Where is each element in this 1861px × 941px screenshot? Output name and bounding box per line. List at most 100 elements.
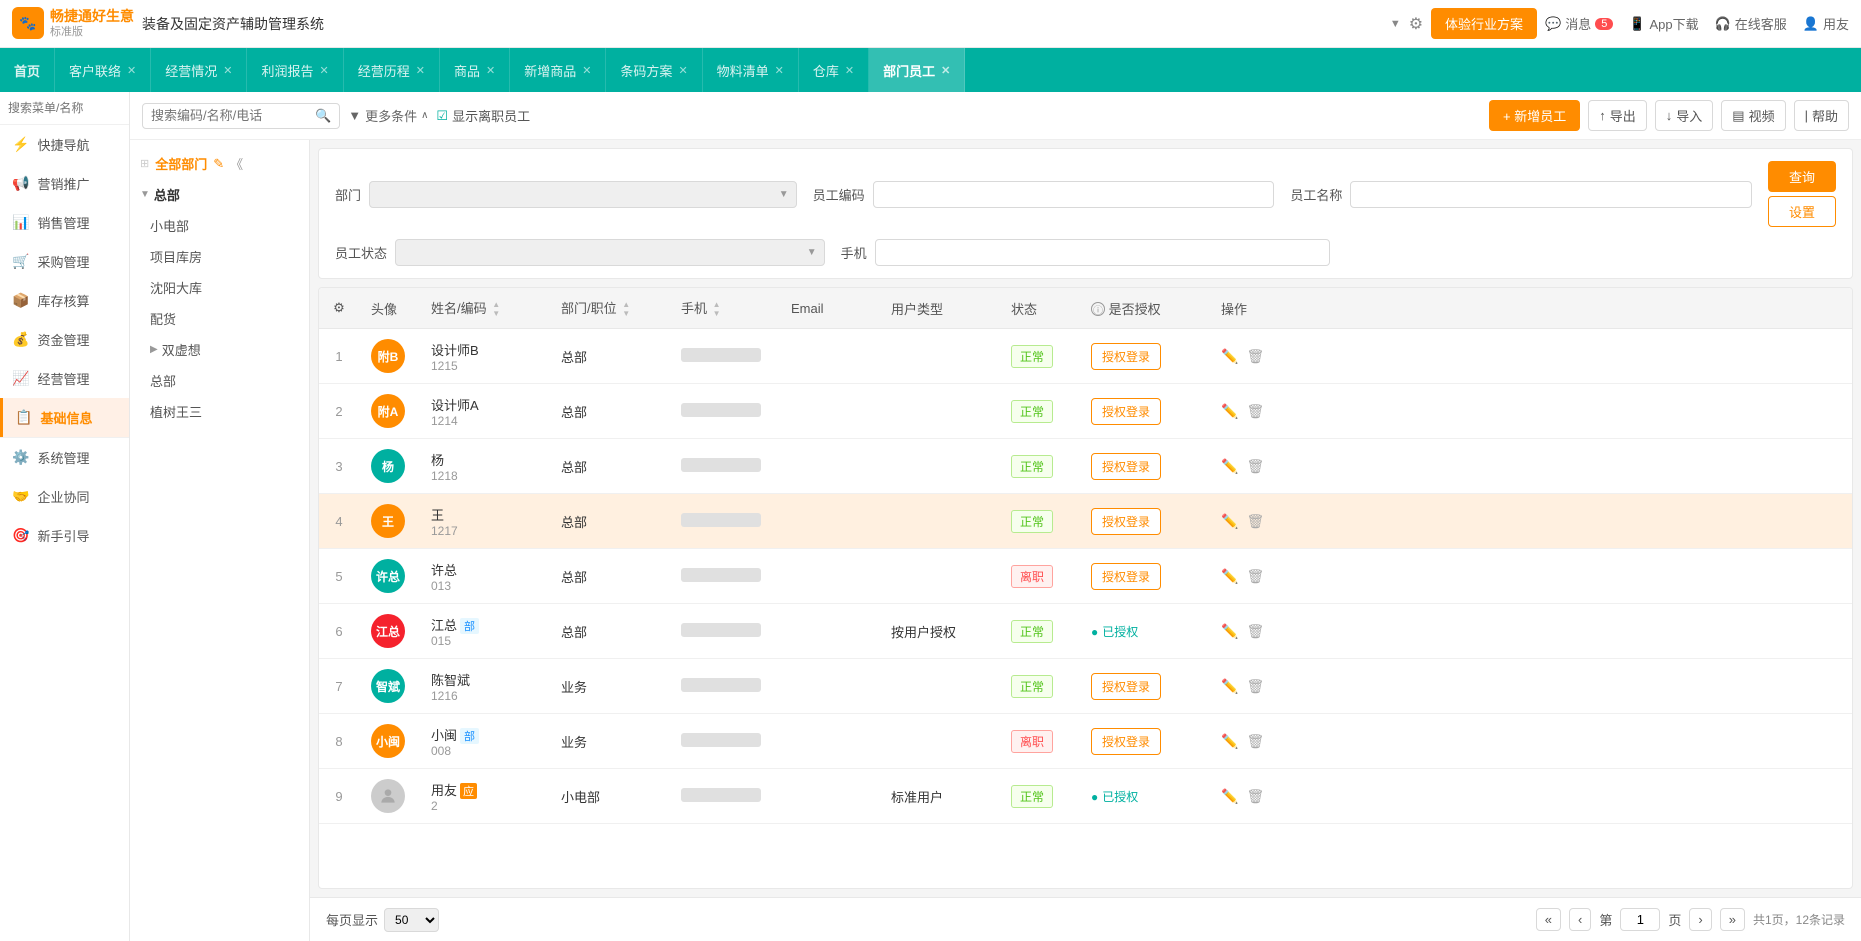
dept-item-shuangxu[interactable]: ▶ 双虚想 — [130, 334, 309, 365]
online-service-action[interactable]: 🎧 在线客服 — [1715, 14, 1787, 33]
tab-customer-close[interactable]: ✕ — [127, 64, 136, 77]
show-resigned-checkbox[interactable]: ☑ — [436, 108, 448, 124]
sidebar-item-quick-nav[interactable]: ⚡ 快捷导航 — [0, 125, 129, 164]
sidebar-item-basicinfo[interactable]: 📋 基础信息 — [0, 398, 129, 437]
auth-btn-1[interactable]: 授权登录 — [1091, 398, 1161, 425]
import-btn[interactable]: ↓ 导入 — [1655, 100, 1714, 131]
dept-item-xiangmu[interactable]: 项目库房 — [130, 241, 309, 272]
employee-search-input[interactable] — [151, 108, 311, 123]
dept-select[interactable] — [369, 181, 797, 208]
per-page-select[interactable]: 50 100 200 — [384, 908, 439, 932]
tab-add-goods-close[interactable]: ✕ — [582, 64, 591, 77]
prev-page-btn[interactable]: ‹ — [1569, 908, 1591, 931]
delete-icon-3[interactable]: 🗑 — [1246, 513, 1264, 530]
sidebar-item-marketing[interactable]: 📢 营销推广 — [0, 164, 129, 203]
auth-btn-7[interactable]: 授权登录 — [1091, 728, 1161, 755]
page-input[interactable] — [1620, 908, 1660, 931]
sidebar-item-bizmanage[interactable]: 📈 经营管理 — [0, 359, 129, 398]
tab-operation[interactable]: 经营情况✕ — [151, 48, 247, 92]
last-page-btn[interactable]: » — [1720, 908, 1745, 931]
view-btn[interactable]: ▤ 视频 — [1721, 100, 1785, 131]
user-action[interactable]: 👤 用友 — [1803, 14, 1849, 33]
tab-employees[interactable]: 部门员工✕ — [869, 48, 965, 92]
phone-sort[interactable]: ▲ ▼ — [713, 301, 721, 318]
edit-icon-6[interactable]: ✏️ — [1221, 678, 1238, 695]
more-conditions-btn[interactable]: ▼ 更多条件 ∧ — [348, 106, 428, 125]
tab-profit[interactable]: 利润报告✕ — [247, 48, 343, 92]
sidebar-item-purchase[interactable]: 🛒 采购管理 — [0, 242, 129, 281]
tab-goods-close[interactable]: ✕ — [486, 64, 495, 77]
sidebar-item-finance[interactable]: 💰 资金管理 — [0, 320, 129, 359]
dept-item-peihuo[interactable]: 配货 — [130, 303, 309, 334]
tab-barcode[interactable]: 条码方案✕ — [606, 48, 702, 92]
dept-collapse-icon[interactable]: 《 — [230, 154, 243, 173]
edit-icon-2[interactable]: ✏️ — [1221, 458, 1238, 475]
edit-icon-1[interactable]: ✏️ — [1221, 403, 1238, 420]
delete-icon-1[interactable]: 🗑 — [1246, 403, 1264, 420]
edit-icon-8[interactable]: ✏️ — [1221, 788, 1238, 805]
delete-icon-4[interactable]: 🗑 — [1246, 568, 1264, 585]
query-btn[interactable]: 查询 — [1768, 161, 1836, 192]
emp-name-input[interactable] — [1350, 181, 1752, 208]
tab-history[interactable]: 经营历程✕ — [344, 48, 440, 92]
tab-home[interactable]: 首页 — [0, 48, 55, 92]
name-sort[interactable]: ▲ ▼ — [492, 301, 500, 318]
delete-icon-7[interactable]: 🗑 — [1246, 733, 1264, 750]
sidebar-item-sales[interactable]: 📊 销售管理 — [0, 203, 129, 242]
tab-add-goods[interactable]: 新增商品✕ — [510, 48, 606, 92]
tab-employees-close[interactable]: ✕ — [941, 64, 950, 77]
delete-icon-8[interactable]: 🗑 — [1246, 788, 1264, 805]
settings-icon[interactable]: ⚙ — [1409, 14, 1423, 34]
auth-info-icon[interactable]: ⓘ — [1091, 302, 1105, 316]
edit-icon-0[interactable]: ✏️ — [1221, 348, 1238, 365]
tab-goods[interactable]: 商品✕ — [440, 48, 510, 92]
emp-code-input[interactable] — [873, 181, 1275, 208]
sidebar-item-sysmanage[interactable]: ⚙️ 系统管理 — [0, 438, 129, 477]
auth-btn-2[interactable]: 授权登录 — [1091, 453, 1161, 480]
sidebar-item-inventory[interactable]: 📦 库存核算 — [0, 281, 129, 320]
dept-edit-icon[interactable]: ✎ — [213, 156, 224, 172]
dept-sort[interactable]: ▲ ▼ — [622, 301, 630, 318]
tab-customer[interactable]: 客户联络✕ — [55, 48, 151, 92]
next-page-btn[interactable]: › — [1689, 908, 1711, 931]
tab-history-close[interactable]: ✕ — [416, 64, 425, 77]
help-btn[interactable]: | 帮助 — [1794, 100, 1849, 131]
th-name[interactable]: 姓名/编码 ▲ ▼ — [419, 288, 549, 329]
msg-action[interactable]: 💬 消息 5 — [1545, 14, 1613, 33]
delete-icon-0[interactable]: 🗑 — [1246, 348, 1264, 365]
tab-warehouse-close[interactable]: ✕ — [845, 64, 854, 77]
edit-icon-7[interactable]: ✏️ — [1221, 733, 1238, 750]
th-dept[interactable]: 部门/职位 ▲ ▼ — [549, 288, 669, 329]
th-phone[interactable]: 手机 ▲ ▼ — [669, 288, 779, 329]
tab-operation-close[interactable]: ✕ — [223, 64, 232, 77]
edit-icon-3[interactable]: ✏️ — [1221, 513, 1238, 530]
sidebar-item-collab[interactable]: 🤝 企业协同 — [0, 477, 129, 516]
dept-item-xiaodian[interactable]: 小电部 — [130, 210, 309, 241]
edit-icon-5[interactable]: ✏️ — [1221, 623, 1238, 640]
sidebar-search-input[interactable] — [8, 101, 130, 115]
phone-input[interactable] — [875, 239, 1331, 266]
add-employee-btn[interactable]: + 新增员工 — [1489, 100, 1580, 131]
sidebar-item-newbie[interactable]: 🎯 新手引导 — [0, 516, 129, 555]
app-download-action[interactable]: 📱 App下载 — [1629, 14, 1698, 33]
employee-search-icon[interactable]: 🔍 — [315, 108, 331, 124]
th-settings[interactable]: ⚙ — [319, 288, 359, 329]
delete-icon-5[interactable]: 🗑 — [1246, 623, 1264, 640]
dept-item-zhishu[interactable]: 植树王三 — [130, 396, 309, 427]
delete-icon-2[interactable]: 🗑 — [1246, 458, 1264, 475]
tab-bom[interactable]: 物料清单✕ — [703, 48, 799, 92]
emp-status-select[interactable] — [395, 239, 825, 266]
tab-barcode-close[interactable]: ✕ — [678, 64, 687, 77]
auth-btn-3[interactable]: 授权登录 — [1091, 508, 1161, 535]
auth-btn-4[interactable]: 授权登录 — [1091, 563, 1161, 590]
dept-item-shenyang[interactable]: 沈阳大库 — [130, 272, 309, 303]
auth-btn-6[interactable]: 授权登录 — [1091, 673, 1161, 700]
system-dropdown-arrow[interactable]: ▼ — [1390, 18, 1401, 30]
delete-icon-6[interactable]: 🗑 — [1246, 678, 1264, 695]
dept-item-zongbu-sub[interactable]: 总部 — [130, 365, 309, 396]
first-page-btn[interactable]: « — [1536, 908, 1561, 931]
export-btn[interactable]: ↑ 导出 — [1588, 100, 1647, 131]
dept-all-label[interactable]: 全部部门 — [155, 154, 207, 173]
try-btn[interactable]: 体验行业方案 — [1431, 8, 1537, 39]
auth-btn-0[interactable]: 授权登录 — [1091, 343, 1161, 370]
